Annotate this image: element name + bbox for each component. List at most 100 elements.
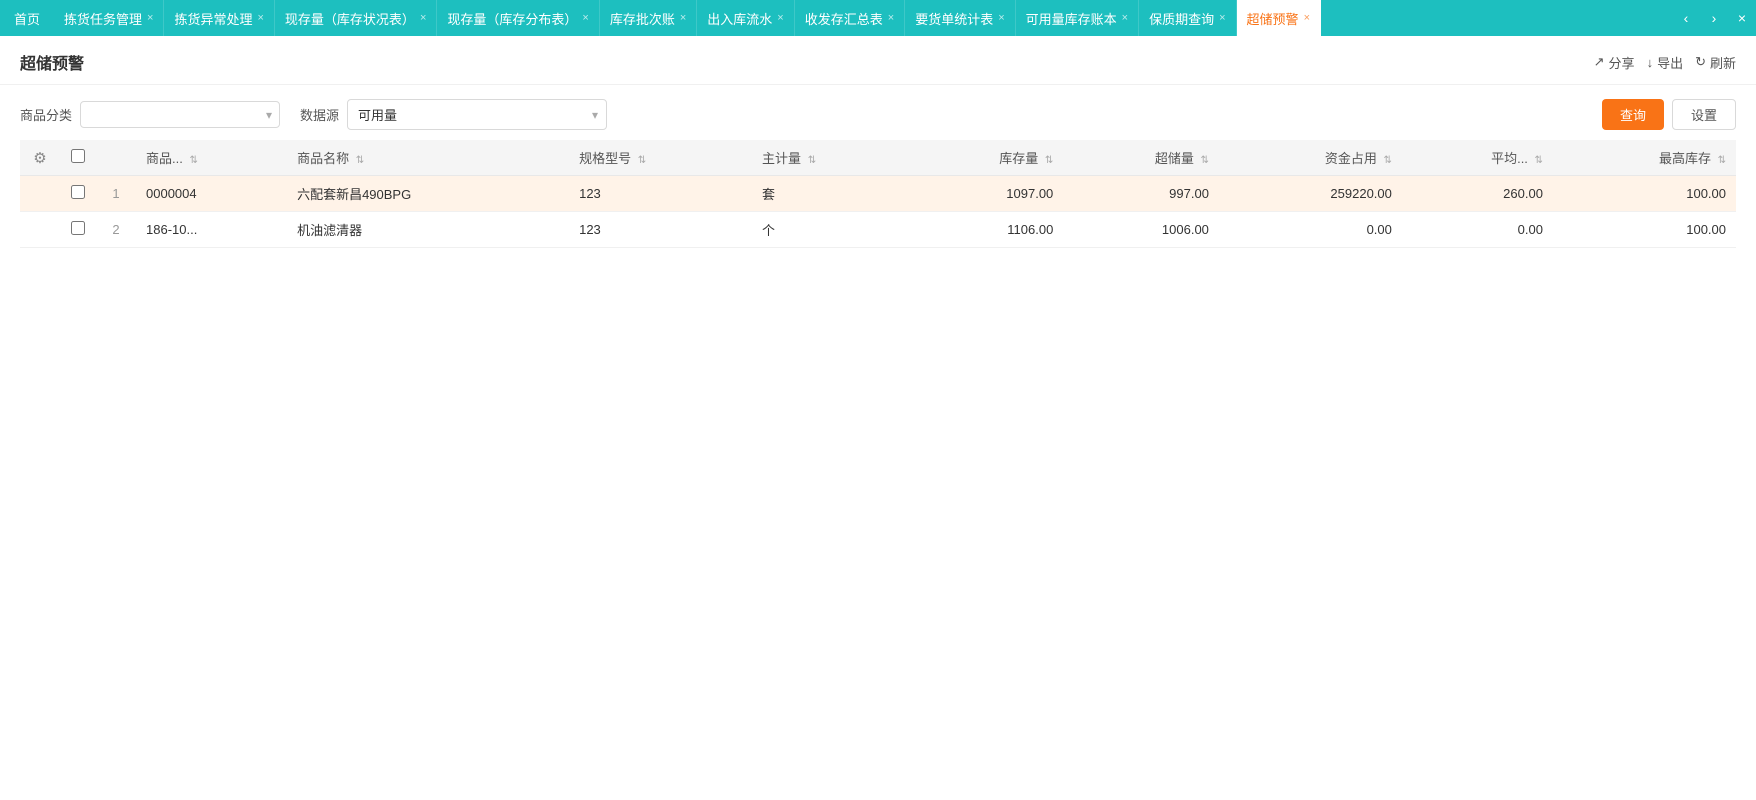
nav-tab-4[interactable]: 库存批次账 × bbox=[600, 0, 697, 36]
nav-close-icon[interactable]: × bbox=[1728, 0, 1756, 36]
table-header-row: ⚙ 商品... ⇅ 商品名称 ⇅ 规格型号 bbox=[20, 140, 1736, 176]
th-unit[interactable]: 主计量 ⇅ bbox=[752, 140, 908, 176]
th-product-name[interactable]: 商品名称 ⇅ bbox=[287, 140, 569, 176]
th-row-num bbox=[96, 140, 136, 176]
category-select-wrapper bbox=[80, 101, 280, 128]
nav-tab-6[interactable]: 收发存汇总表 × bbox=[795, 0, 905, 36]
row-gear-cell bbox=[20, 176, 60, 212]
close-tab-10-icon[interactable]: × bbox=[1304, 12, 1310, 24]
row-checkbox-0[interactable] bbox=[71, 185, 85, 199]
row-spec: 123 bbox=[569, 176, 752, 212]
nav-tab-7[interactable]: 要货单统计表 × bbox=[905, 0, 1015, 36]
nav-tab-8[interactable]: 可用量库存账本 × bbox=[1016, 0, 1139, 36]
row-checkbox-cell[interactable] bbox=[60, 176, 96, 212]
th-avg[interactable]: 平均... ⇅ bbox=[1402, 140, 1553, 176]
row-unit: 套 bbox=[752, 176, 908, 212]
row-overstock: 1006.00 bbox=[1063, 212, 1219, 248]
datasource-label: 数据源 bbox=[300, 105, 339, 124]
sort-unit-icon: ⇅ bbox=[808, 155, 816, 166]
row-capital: 0.00 bbox=[1219, 212, 1402, 248]
close-tab-4-icon[interactable]: × bbox=[680, 12, 686, 24]
page-content: 超储预警 ↗ 分享 ↓ 导出 ↻ 刷新 商品分类 bbox=[0, 36, 1756, 800]
row-avg: 0.00 bbox=[1402, 212, 1553, 248]
nav-home[interactable]: 首页 bbox=[0, 0, 54, 36]
row-unit: 个 bbox=[752, 212, 908, 248]
th-capital[interactable]: 资金占用 ⇅ bbox=[1219, 140, 1402, 176]
datasource-filter-group: 数据源 可用量 bbox=[300, 99, 607, 130]
close-tab-9-icon[interactable]: × bbox=[1219, 12, 1225, 24]
th-overstock[interactable]: 超储量 ⇅ bbox=[1063, 140, 1219, 176]
nav-tab-0[interactable]: 拣货任务管理 × bbox=[54, 0, 164, 36]
row-product-code: 186-10... bbox=[136, 212, 287, 248]
nav-tab-5[interactable]: 出入库流水 × bbox=[697, 0, 794, 36]
close-tab-6-icon[interactable]: × bbox=[888, 12, 894, 24]
th-checkbox[interactable] bbox=[60, 140, 96, 176]
filter-row: 商品分类 数据源 可用量 查询 设置 bbox=[0, 85, 1756, 140]
row-product-code: 0000004 bbox=[136, 176, 287, 212]
close-tab-8-icon[interactable]: × bbox=[1122, 12, 1128, 24]
nav-tab-10[interactable]: 超储预警 × bbox=[1237, 0, 1321, 36]
export-icon: ↓ bbox=[1647, 55, 1654, 70]
category-label: 商品分类 bbox=[20, 105, 72, 124]
top-nav: 首页 拣货任务管理 × 拣货异常处理 × 现存量（库存状况表） × 现存量（库存… bbox=[0, 0, 1756, 36]
nav-next-icon[interactable]: › bbox=[1700, 0, 1728, 36]
nav-tab-3[interactable]: 现存量（库存分布表） × bbox=[437, 0, 599, 36]
select-all-checkbox[interactable] bbox=[71, 149, 85, 163]
refresh-button[interactable]: ↻ 刷新 bbox=[1695, 53, 1736, 72]
row-capital: 259220.00 bbox=[1219, 176, 1402, 212]
sort-product-name-icon: ⇅ bbox=[356, 155, 364, 166]
row-checkbox-cell[interactable] bbox=[60, 212, 96, 248]
share-icon: ↗ bbox=[1594, 54, 1605, 70]
share-button[interactable]: ↗ 分享 bbox=[1594, 53, 1635, 72]
export-button[interactable]: ↓ 导出 bbox=[1647, 53, 1684, 72]
close-tab-7-icon[interactable]: × bbox=[998, 12, 1004, 24]
row-stock: 1106.00 bbox=[908, 212, 1064, 248]
row-gear-cell bbox=[20, 212, 60, 248]
sort-stock-icon: ⇅ bbox=[1045, 155, 1053, 166]
refresh-icon: ↻ bbox=[1695, 54, 1706, 70]
sort-overstock-icon: ⇅ bbox=[1201, 155, 1209, 166]
category-select[interactable] bbox=[80, 101, 280, 128]
close-tab-0-icon[interactable]: × bbox=[147, 12, 153, 24]
nav-tab-2[interactable]: 现存量（库存状况表） × bbox=[275, 0, 437, 36]
header-actions: ↗ 分享 ↓ 导出 ↻ 刷新 bbox=[1594, 53, 1736, 72]
row-num-cell: 1 bbox=[96, 176, 136, 212]
sort-max-stock-icon: ⇅ bbox=[1718, 155, 1726, 166]
close-tab-1-icon[interactable]: × bbox=[257, 12, 263, 24]
row-avg: 260.00 bbox=[1402, 176, 1553, 212]
page-title: 超储预警 bbox=[20, 50, 84, 74]
data-table: ⚙ 商品... ⇅ 商品名称 ⇅ 规格型号 bbox=[20, 140, 1736, 248]
close-tab-2-icon[interactable]: × bbox=[420, 12, 426, 24]
row-product-name: 机油滤清器 bbox=[287, 212, 569, 248]
nav-tab-1[interactable]: 拣货异常处理 × bbox=[164, 0, 274, 36]
nav-arrows: ‹ › × bbox=[1672, 0, 1756, 36]
category-filter-group: 商品分类 bbox=[20, 101, 280, 128]
sort-spec-icon: ⇅ bbox=[638, 155, 646, 166]
gear-settings-icon[interactable]: ⚙ bbox=[33, 150, 46, 167]
query-button[interactable]: 查询 bbox=[1602, 99, 1664, 130]
row-overstock: 997.00 bbox=[1063, 176, 1219, 212]
th-product-code[interactable]: 商品... ⇅ bbox=[136, 140, 287, 176]
row-spec: 123 bbox=[569, 212, 752, 248]
datasource-select[interactable]: 可用量 bbox=[347, 99, 607, 130]
filter-buttons: 查询 设置 bbox=[1602, 99, 1736, 130]
th-max-stock[interactable]: 最高库存 ⇅ bbox=[1553, 140, 1736, 176]
row-num-cell: 2 bbox=[96, 212, 136, 248]
row-stock: 1097.00 bbox=[908, 176, 1064, 212]
settings-button[interactable]: 设置 bbox=[1672, 99, 1736, 130]
table-row: 1 0000004 六配套新昌490BPG 123 套 1097.00 997.… bbox=[20, 176, 1736, 212]
row-product-name: 六配套新昌490BPG bbox=[287, 176, 569, 212]
th-gear[interactable]: ⚙ bbox=[20, 140, 60, 176]
th-spec[interactable]: 规格型号 ⇅ bbox=[569, 140, 752, 176]
nav-tab-9[interactable]: 保质期查询 × bbox=[1139, 0, 1236, 36]
page-header: 超储预警 ↗ 分享 ↓ 导出 ↻ 刷新 bbox=[0, 36, 1756, 85]
row-checkbox-1[interactable] bbox=[71, 221, 85, 235]
close-tab-5-icon[interactable]: × bbox=[777, 12, 783, 24]
sort-capital-icon: ⇅ bbox=[1383, 155, 1391, 166]
close-tab-3-icon[interactable]: × bbox=[582, 12, 588, 24]
th-stock[interactable]: 库存量 ⇅ bbox=[908, 140, 1064, 176]
nav-prev-icon[interactable]: ‹ bbox=[1672, 0, 1700, 36]
sort-avg-icon: ⇅ bbox=[1535, 155, 1543, 166]
row-max-stock: 100.00 bbox=[1553, 176, 1736, 212]
sort-product-code-icon: ⇅ bbox=[189, 155, 197, 166]
